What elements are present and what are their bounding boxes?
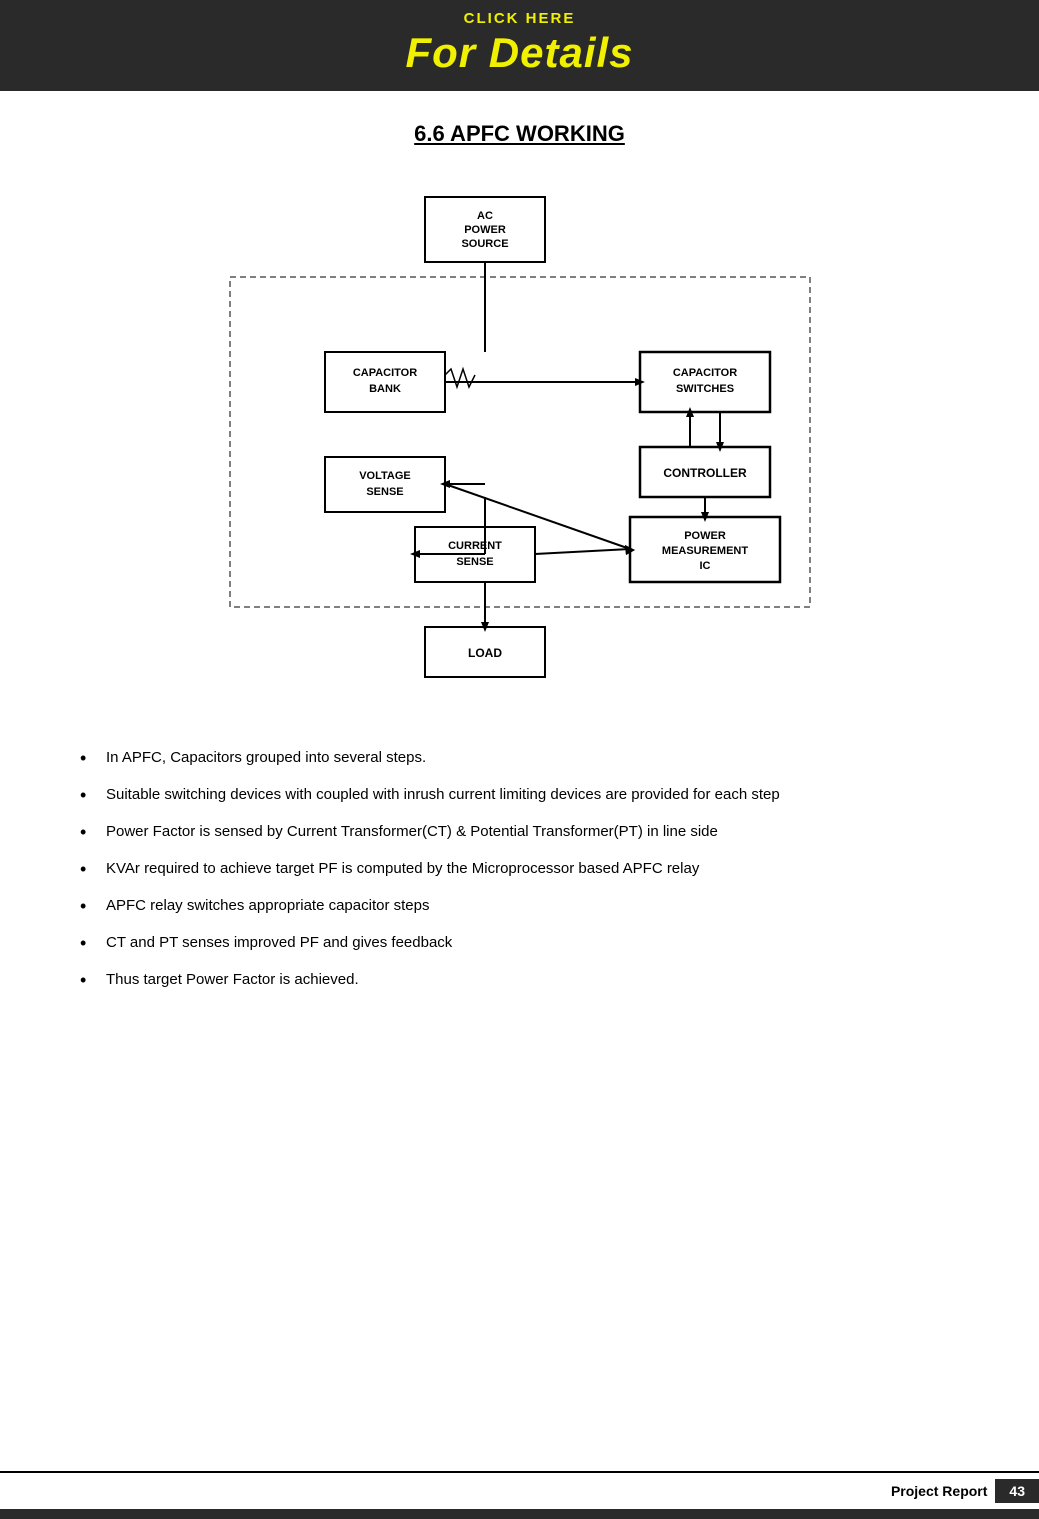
bullet-text: Power Factor is sensed by Current Transf… <box>106 821 959 844</box>
bullet-dot: • <box>80 745 98 772</box>
list-item: • APFC relay switches appropriate capaci… <box>80 895 959 920</box>
bullet-dot: • <box>80 856 98 883</box>
bullet-text: Thus target Power Factor is achieved. <box>106 969 959 992</box>
top-banner: CLICK HERE For Details <box>0 0 1039 91</box>
page-footer: Project Report 43 <box>0 1471 1039 1509</box>
bullet-dot: • <box>80 782 98 809</box>
svg-text:SENSE: SENSE <box>366 486 403 498</box>
svg-text:IC: IC <box>699 560 710 572</box>
svg-text:CAPACITOR: CAPACITOR <box>672 367 736 379</box>
svg-text:LOAD: LOAD <box>468 646 502 660</box>
bullet-text: APFC relay switches appropriate capacito… <box>106 895 959 918</box>
bullet-dot: • <box>80 893 98 920</box>
svg-text:CAPACITOR: CAPACITOR <box>352 367 416 379</box>
bottom-bar <box>0 1509 1039 1519</box>
for-details-text[interactable]: For Details <box>0 29 1039 77</box>
click-here-text[interactable]: CLICK HERE <box>0 10 1039 27</box>
footer-page-number: 43 <box>995 1479 1039 1503</box>
svg-text:SWITCHES: SWITCHES <box>675 383 733 395</box>
bullet-dot: • <box>80 930 98 957</box>
bullet-text: In APFC, Capacitors grouped into several… <box>106 747 959 770</box>
svg-text:POWER: POWER <box>464 224 506 236</box>
svg-text:SENSE: SENSE <box>456 556 493 568</box>
content-area: 6.6 APFC WORKING AC POWER SOURCE CAPACIT… <box>0 91 1039 1094</box>
section-heading: 6.6 APFC WORKING <box>80 121 959 147</box>
list-item: • Power Factor is sensed by Current Tran… <box>80 821 959 846</box>
svg-text:SOURCE: SOURCE <box>461 238 508 250</box>
list-item: • Suitable switching devices with couple… <box>80 784 959 809</box>
svg-text:VOLTAGE: VOLTAGE <box>359 470 411 482</box>
svg-text:CURRENT: CURRENT <box>448 540 502 552</box>
bullet-text: Suitable switching devices with coupled … <box>106 784 959 807</box>
bullet-dot: • <box>80 967 98 994</box>
list-item: • CT and PT senses improved PF and gives… <box>80 932 959 957</box>
bullet-dot: • <box>80 819 98 846</box>
bullet-list: • In APFC, Capacitors grouped into sever… <box>80 747 959 994</box>
list-item: • In APFC, Capacitors grouped into sever… <box>80 747 959 772</box>
svg-text:MEASUREMENT: MEASUREMENT <box>661 545 747 557</box>
list-item: • KVAr required to achieve target PF is … <box>80 858 959 883</box>
svg-text:CONTROLLER: CONTROLLER <box>663 466 747 480</box>
footer-label: Project Report <box>891 1483 995 1499</box>
diagram-container: AC POWER SOURCE CAPACITOR BANK CAPACITOR… <box>80 177 959 707</box>
list-item: • Thus target Power Factor is achieved. <box>80 969 959 994</box>
bullet-text: KVAr required to achieve target PF is co… <box>106 858 959 881</box>
diagram-svg: AC POWER SOURCE CAPACITOR BANK CAPACITOR… <box>170 177 870 707</box>
svg-text:AC: AC <box>477 210 493 222</box>
svg-text:BANK: BANK <box>369 383 401 395</box>
svg-text:POWER: POWER <box>684 530 726 542</box>
bullet-text: CT and PT senses improved PF and gives f… <box>106 932 959 955</box>
